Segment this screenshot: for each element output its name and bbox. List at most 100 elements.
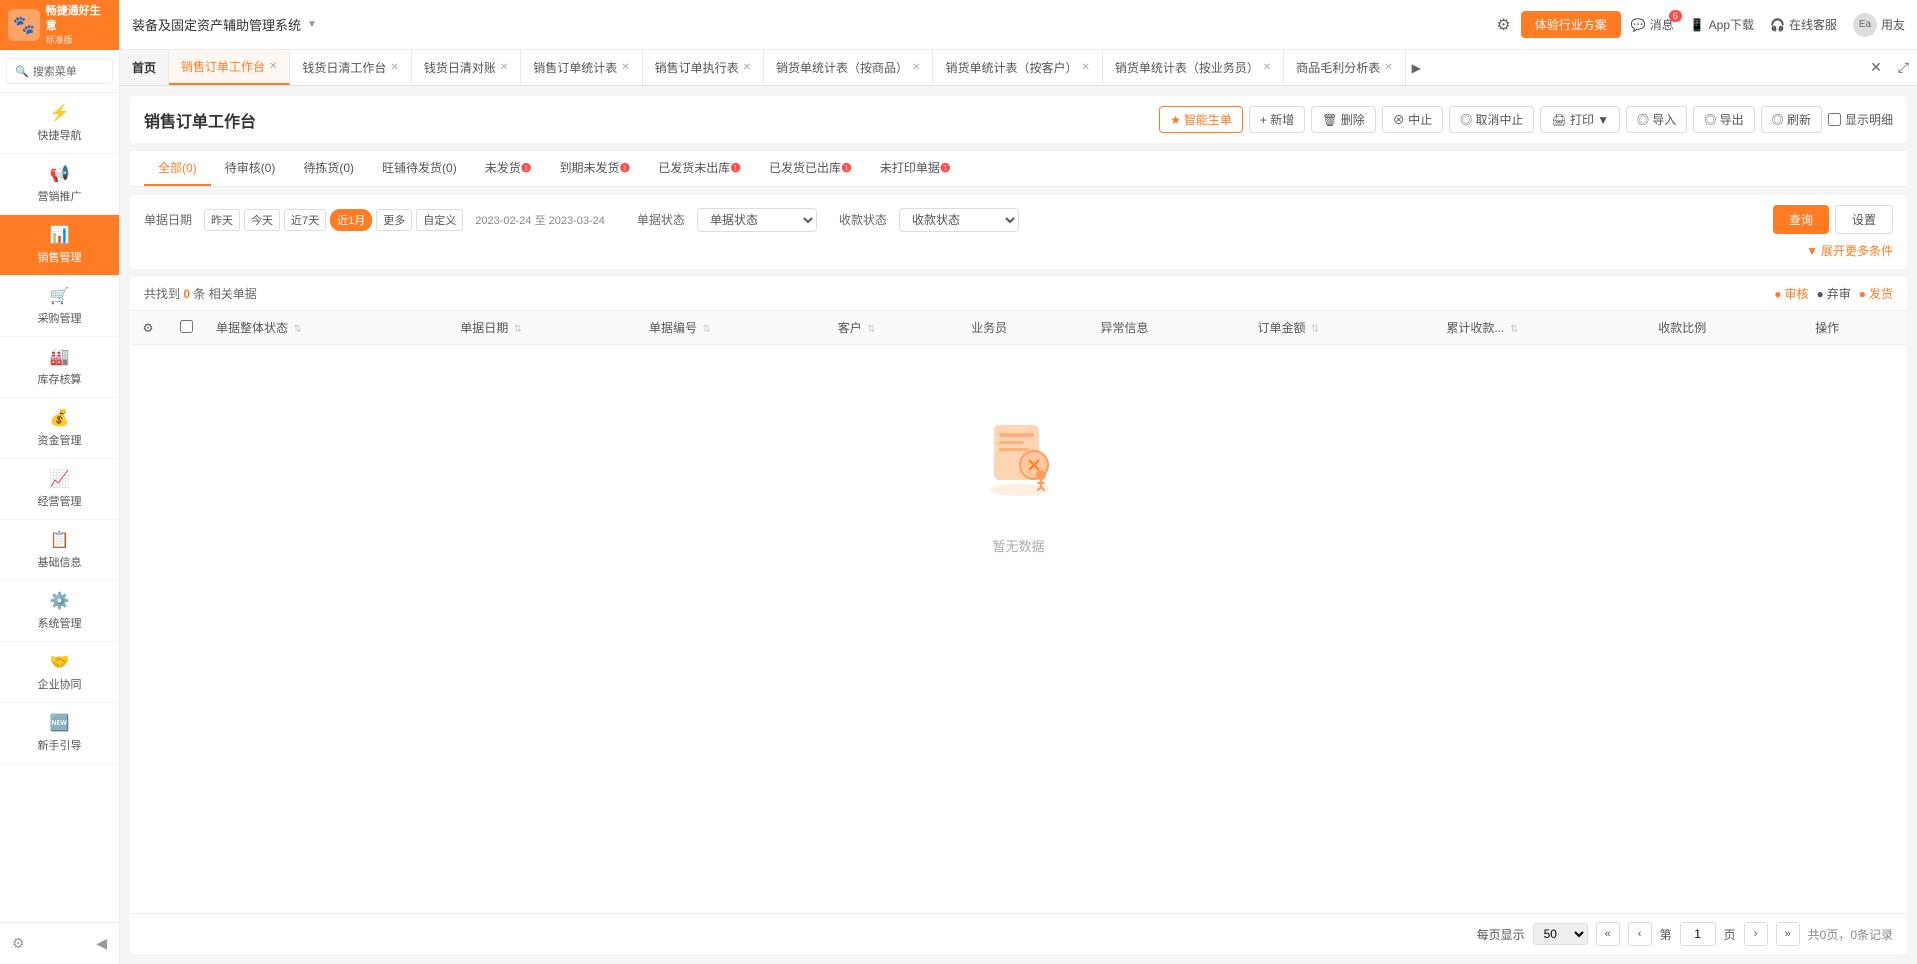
- sub-tabs-container: 全部(0) 待审核(0) 待拣货(0) 旺铺待发货(0) 未发货❶ 到期未发货❶: [130, 151, 1907, 187]
- ship-button[interactable]: ● 发货: [1859, 285, 1893, 302]
- sub-tab-shipped-out-label: 已发货已出库❶: [769, 161, 852, 175]
- col-customer-sort-icon[interactable]: ⇅: [867, 324, 875, 335]
- import-button[interactable]: ◎ 导入: [1626, 106, 1687, 133]
- export-button[interactable]: ◎ 导出: [1693, 106, 1754, 133]
- settings-button[interactable]: 设置: [1835, 205, 1893, 234]
- sidebar-logo: 🐾 畅捷通好生意 标准版: [0, 0, 119, 50]
- table-header: ⚙ 单据整体状态 ⇅ 单据日期 ⇅: [130, 311, 1907, 345]
- sidebar-item-quick-nav[interactable]: ⚡ 快捷导航: [0, 93, 119, 154]
- delete-button[interactable]: 🗑 删除: [1311, 106, 1376, 133]
- col-received-sort-icon[interactable]: ⇅: [1510, 324, 1518, 335]
- result-number: 0: [183, 287, 190, 301]
- sidebar-item-guide[interactable]: 🆕 新手引导: [0, 703, 119, 764]
- sub-tab-unshipped[interactable]: 未发货❶: [471, 151, 546, 186]
- date-custom-button[interactable]: 自定义: [416, 209, 463, 231]
- tab-sales-by-product[interactable]: 销货单统计表（按商品） ✕: [764, 50, 933, 85]
- tab-sales-by-staff-close-icon[interactable]: ✕: [1263, 62, 1271, 73]
- tab-sales-stats[interactable]: 销售订单统计表 ✕: [521, 50, 642, 85]
- col-amount-sort-icon[interactable]: ⇅: [1311, 324, 1319, 335]
- sub-tab-shipped-unout[interactable]: 已发货未出库❶: [644, 151, 755, 186]
- sidebar-item-inventory[interactable]: 🏭 库存核算: [0, 337, 119, 398]
- tab-cash-reconcile[interactable]: 钱货日清对账 ✕: [412, 50, 521, 85]
- tab-gross-profit-close-icon[interactable]: ✕: [1384, 62, 1392, 73]
- sidebar-item-enterprise[interactable]: 🤝 企业协同: [0, 642, 119, 703]
- tab-sales-stats-close-icon[interactable]: ✕: [621, 62, 629, 73]
- tabbar-maximize-button[interactable]: ⤢: [1890, 50, 1917, 86]
- next-page-button[interactable]: ›: [1744, 922, 1768, 946]
- expand-filters-button[interactable]: ▼ 展开更多条件: [1806, 242, 1893, 259]
- col-status-sort-icon[interactable]: ⇅: [293, 324, 301, 335]
- date-1month-button[interactable]: 近1月: [330, 209, 372, 231]
- date-7days-button[interactable]: 近7天: [284, 209, 326, 231]
- topbar-message[interactable]: 💬 消息 6: [1631, 16, 1674, 33]
- cancel-abort-button[interactable]: ◎ 取消中止: [1449, 106, 1534, 133]
- tab-sales-by-customer-close-icon[interactable]: ✕: [1081, 62, 1089, 73]
- sidebar-item-finance[interactable]: 💰 资金管理: [0, 398, 119, 459]
- print-button[interactable]: 🖨 打印 ▼: [1540, 106, 1619, 133]
- show-detail-label[interactable]: 显示明细: [1828, 111, 1893, 128]
- tab-sales-exec-close-icon[interactable]: ✕: [743, 62, 751, 73]
- tab-sales-by-staff[interactable]: 销货单统计表（按业务员） ✕: [1103, 50, 1284, 85]
- tab-cash-daily-close-icon[interactable]: ✕: [390, 62, 398, 73]
- last-page-button[interactable]: »: [1776, 922, 1800, 946]
- show-detail-checkbox[interactable]: [1828, 113, 1841, 126]
- col-amount-label: 订单金额: [1258, 321, 1306, 335]
- topbar: 装备及固定资产辅助管理系统 ▼ ⚙ 体验行业方案 💬 消息 6 📱 App下载 …: [120, 0, 1917, 50]
- tab-home[interactable]: 首页: [120, 50, 169, 85]
- sidebar-item-operations[interactable]: 📈 经营管理: [0, 459, 119, 520]
- main-content: 装备及固定资产辅助管理系统 ▼ ⚙ 体验行业方案 💬 消息 6 📱 App下载 …: [120, 0, 1917, 964]
- sub-tab-all[interactable]: 全部(0): [144, 151, 211, 186]
- status-filter-select[interactable]: 单据状态: [697, 208, 817, 232]
- page-size-select[interactable]: 50 10 20 100: [1533, 923, 1588, 945]
- topbar-settings-icon[interactable]: ⚙: [1496, 15, 1510, 35]
- query-button[interactable]: 查询: [1773, 205, 1829, 234]
- smart-generate-button[interactable]: ★ 智能生单: [1159, 106, 1243, 133]
- tab-sales-by-customer[interactable]: 销货单统计表（按客户） ✕: [933, 50, 1102, 85]
- sidebar-item-system[interactable]: ⚙️ 系统管理: [0, 581, 119, 642]
- select-all-checkbox[interactable]: [180, 320, 193, 333]
- sub-tab-unprinted[interactable]: 未打印单据❶: [866, 151, 965, 186]
- industry-solution-button[interactable]: 体验行业方案: [1521, 11, 1621, 38]
- tab-gross-profit[interactable]: 商品毛利分析表 ✕: [1284, 50, 1405, 85]
- topbar-user[interactable]: Ea 用友: [1853, 13, 1905, 37]
- settings-col-icon[interactable]: ⚙: [143, 321, 154, 335]
- sub-tab-pending-review[interactable]: 待审核(0): [211, 151, 290, 186]
- review-label: 审核: [1784, 285, 1808, 302]
- col-date-sort-icon[interactable]: ⇅: [514, 324, 522, 335]
- tab-sales-workbench-close-icon[interactable]: ✕: [269, 61, 277, 72]
- tab-cash-reconcile-close-icon[interactable]: ✕: [500, 62, 508, 73]
- search-menu-button[interactable]: 🔍 搜索菜单: [6, 58, 113, 84]
- abort-button[interactable]: ⊗ 中止: [1382, 106, 1443, 133]
- sidebar-item-marketing[interactable]: 📢 营销推广: [0, 154, 119, 215]
- page-number-input[interactable]: [1680, 922, 1716, 946]
- tab-sales-exec[interactable]: 销售订单执行表 ✕: [643, 50, 764, 85]
- first-page-button[interactable]: «: [1596, 922, 1620, 946]
- sub-tab-overdue-unshipped[interactable]: 到期未发货❶: [545, 151, 644, 186]
- sidebar-item-purchase[interactable]: 🛒 采购管理: [0, 276, 119, 337]
- sidebar-item-basic[interactable]: 📋 基础信息: [0, 520, 119, 581]
- col-number-sort-icon[interactable]: ⇅: [702, 324, 710, 335]
- tabbar-more-button[interactable]: ▶: [1406, 61, 1427, 75]
- topbar-app-download[interactable]: 📱 App下载: [1690, 16, 1754, 33]
- collapse-sidebar-button[interactable]: ◀: [92, 931, 111, 956]
- date-yesterday-button[interactable]: 昨天: [204, 209, 240, 231]
- abandon-button[interactable]: ● 弃审: [1816, 285, 1850, 302]
- sub-tab-pending-inspect[interactable]: 待拣货(0): [289, 151, 368, 186]
- add-button[interactable]: + 新增: [1249, 106, 1305, 133]
- service-icon: 🎧: [1770, 18, 1785, 32]
- sub-tab-shipped-out[interactable]: 已发货已出库❶: [755, 151, 866, 186]
- date-today-button[interactable]: 今天: [244, 209, 280, 231]
- prev-page-button[interactable]: ‹: [1628, 922, 1652, 946]
- review-button[interactable]: ● 审核: [1774, 285, 1808, 302]
- tab-sales-by-product-close-icon[interactable]: ✕: [912, 62, 920, 73]
- tabbar-close-all-button[interactable]: ✕: [1862, 50, 1890, 86]
- payment-filter-select[interactable]: 收款状态: [899, 208, 1019, 232]
- sidebar-item-sales[interactable]: 📊 销售管理: [0, 215, 119, 276]
- sub-tab-wangpu[interactable]: 旺铺待发货(0): [368, 151, 471, 186]
- topbar-online-service[interactable]: 🎧 在线客服: [1770, 16, 1837, 33]
- settings-bottom-button[interactable]: ⚙: [8, 931, 29, 956]
- tab-sales-workbench[interactable]: 销售订单工作台 ✕: [169, 50, 290, 85]
- date-more-button[interactable]: 更多: [376, 209, 412, 231]
- refresh-button[interactable]: ◎ 刷新: [1761, 106, 1822, 133]
- tab-cash-daily[interactable]: 钱货日清工作台 ✕: [290, 50, 411, 85]
